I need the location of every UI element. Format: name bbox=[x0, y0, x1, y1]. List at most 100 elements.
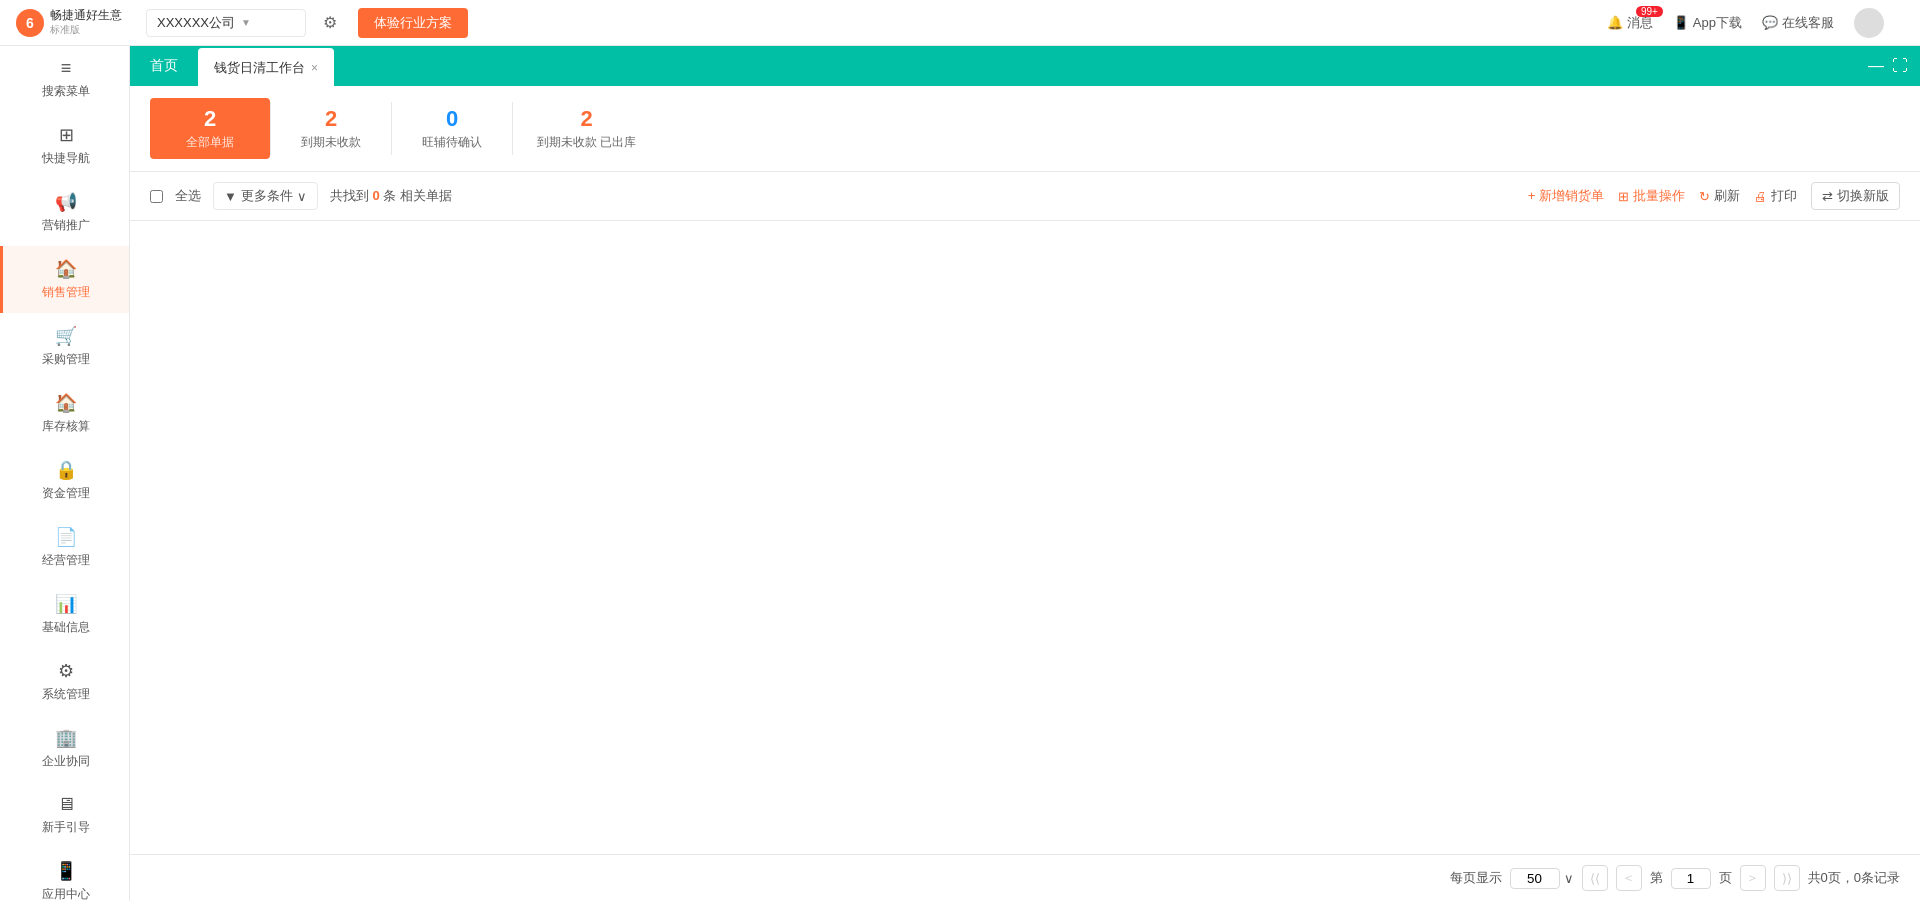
sidebar-item-purchase[interactable]: 🛒 采购管理 bbox=[0, 313, 129, 380]
stat-all-count: 2 bbox=[174, 106, 246, 132]
logo-text-line1: 畅捷通好生意 bbox=[50, 8, 122, 24]
stat-overdue-out-count: 2 bbox=[537, 106, 636, 132]
switch-label: 切换新版 bbox=[1837, 187, 1889, 205]
stat-card-all[interactable]: 2 全部单据 bbox=[150, 98, 270, 159]
message-badge: 99+ bbox=[1636, 6, 1663, 17]
quick-nav-icon: ⊞ bbox=[59, 124, 74, 146]
sidebar-item-guide[interactable]: 🖥 新手引导 bbox=[0, 782, 129, 848]
sidebar-label-operation: 经营管理 bbox=[42, 552, 90, 569]
operation-icon: 📄 bbox=[55, 526, 77, 548]
tab-active[interactable]: 钱货日清工作台 × bbox=[198, 48, 334, 88]
minimize-icon[interactable]: — bbox=[1868, 57, 1884, 75]
sidebar-label-marketing: 营销推广 bbox=[42, 217, 90, 234]
gear-icon: ⚙ bbox=[323, 13, 337, 32]
page-size-selector[interactable]: ∨ bbox=[1510, 868, 1574, 889]
prev-page-button[interactable]: ＜ bbox=[1616, 865, 1642, 891]
sidebar-item-sales[interactable]: 🏠 销售管理 bbox=[0, 246, 129, 313]
print-icon: 🖨 bbox=[1754, 189, 1767, 204]
current-page-input[interactable] bbox=[1671, 868, 1711, 889]
table-area bbox=[130, 221, 1920, 854]
sales-icon: 🏠 bbox=[55, 258, 77, 280]
tab-bar-actions: — ⛶ bbox=[1868, 57, 1920, 75]
sidebar-item-search-menu[interactable]: ≡ 搜索菜单 bbox=[0, 46, 129, 112]
tab-home[interactable]: 首页 bbox=[130, 46, 198, 86]
sidebar: ≡ 搜索菜单 ⊞ 快捷导航 📢 营销推广 🏠 销售管理 🛒 采购管理 🏠 库存核… bbox=[0, 46, 130, 901]
first-page-button[interactable]: ⟨⟨ bbox=[1582, 865, 1608, 891]
finance-icon: 🔒 bbox=[55, 459, 77, 481]
header-right: 🔔 消息 99+ 📱 App下载 💬 在线客服 bbox=[1607, 8, 1904, 38]
sidebar-item-base-info[interactable]: 📊 基础信息 bbox=[0, 581, 129, 648]
sidebar-label-app-center: 应用中心 bbox=[42, 886, 90, 901]
app-download-button[interactable]: 📱 App下载 bbox=[1673, 14, 1742, 32]
stat-card-pending[interactable]: 0 旺辅待确认 bbox=[392, 98, 512, 159]
page-label: 第 bbox=[1650, 869, 1663, 887]
marketing-icon: 📢 bbox=[55, 191, 77, 213]
trial-button[interactable]: 体验行业方案 bbox=[358, 8, 468, 38]
tab-label: 钱货日清工作台 bbox=[214, 59, 305, 77]
sidebar-item-inventory[interactable]: 🏠 库存核算 bbox=[0, 380, 129, 447]
sidebar-label-quick-nav: 快捷导航 bbox=[42, 150, 90, 167]
sidebar-label-search-menu: 搜索菜单 bbox=[42, 83, 90, 100]
tab-close-icon[interactable]: × bbox=[311, 61, 318, 75]
found-unit: 条 bbox=[383, 188, 396, 203]
batch-label: 批量操作 bbox=[1633, 187, 1685, 205]
sidebar-item-marketing[interactable]: 📢 营销推广 bbox=[0, 179, 129, 246]
online-service-button[interactable]: 💬 在线客服 bbox=[1762, 14, 1834, 32]
stat-card-overdue-out[interactable]: 2 到期未收款 已出库 bbox=[513, 98, 660, 159]
print-label: 打印 bbox=[1771, 187, 1797, 205]
page-content: 2 全部单据 2 到期未收款 0 旺辅待确认 2 到期未收款 已出库 bbox=[130, 86, 1920, 901]
sidebar-label-purchase: 采购管理 bbox=[42, 351, 90, 368]
new-order-button[interactable]: + 新增销货单 bbox=[1528, 187, 1604, 205]
sidebar-item-corp[interactable]: 🏢 企业协同 bbox=[0, 715, 129, 782]
sidebar-label-inventory: 库存核算 bbox=[42, 418, 90, 435]
page-unit: 页 bbox=[1719, 869, 1732, 887]
filter-button[interactable]: ▼ 更多条件 ∨ bbox=[213, 182, 318, 210]
logo-area: 6 畅捷通好生意 标准版 bbox=[16, 8, 146, 38]
switch-version-button[interactable]: ⇄ 切换新版 bbox=[1811, 182, 1900, 210]
purchase-icon: 🛒 bbox=[55, 325, 77, 347]
sidebar-item-system[interactable]: ⚙ 系统管理 bbox=[0, 648, 129, 715]
page-size-input[interactable] bbox=[1510, 868, 1560, 889]
next-page-button[interactable]: ＞ bbox=[1740, 865, 1766, 891]
logo-text: 畅捷通好生意 标准版 bbox=[50, 8, 122, 38]
bell-icon: 🔔 bbox=[1607, 15, 1623, 30]
refresh-button[interactable]: ↻ 刷新 bbox=[1699, 187, 1740, 205]
main-layout: ≡ 搜索菜单 ⊞ 快捷导航 📢 营销推广 🏠 销售管理 🛒 采购管理 🏠 库存核… bbox=[0, 46, 1920, 901]
sidebar-label-guide: 新手引导 bbox=[42, 819, 90, 836]
sidebar-label-corp: 企业协同 bbox=[42, 753, 90, 770]
app-download-label: App下载 bbox=[1693, 14, 1742, 32]
stat-card-overdue[interactable]: 2 到期未收款 bbox=[271, 98, 391, 159]
select-all-checkbox[interactable] bbox=[150, 190, 163, 203]
sidebar-item-finance[interactable]: 🔒 资金管理 bbox=[0, 447, 129, 514]
sidebar-label-system: 系统管理 bbox=[42, 686, 90, 703]
inventory-icon: 🏠 bbox=[55, 392, 77, 414]
sidebar-label-finance: 资金管理 bbox=[42, 485, 90, 502]
maximize-icon[interactable]: ⛶ bbox=[1892, 57, 1908, 75]
per-page-chevron-icon: ∨ bbox=[1564, 871, 1574, 886]
user-avatar[interactable] bbox=[1854, 8, 1884, 38]
settings-icon-button[interactable]: ⚙ bbox=[314, 7, 346, 39]
found-count: 0 bbox=[373, 188, 380, 203]
per-page-label: 每页显示 bbox=[1450, 869, 1502, 887]
last-page-button[interactable]: ⟩⟩ bbox=[1774, 865, 1800, 891]
toolbar-right: + 新增销货单 ⊞ 批量操作 ↻ 刷新 🖨 打印 ⇄ bbox=[1528, 182, 1900, 210]
stat-overdue-count: 2 bbox=[295, 106, 367, 132]
message-button[interactable]: 🔔 消息 99+ bbox=[1607, 14, 1653, 32]
logo-icon: 6 bbox=[16, 9, 44, 37]
filter-chevron-icon: ∨ bbox=[297, 189, 307, 204]
pagination: 每页显示 ∨ ⟨⟨ ＜ 第 页 ＞ ⟩⟩ 共0页，0条记录 bbox=[130, 854, 1920, 901]
app-center-icon: 📱 bbox=[55, 860, 77, 882]
stat-all-label: 全部单据 bbox=[174, 134, 246, 151]
found-prefix: 共找到 bbox=[330, 188, 369, 203]
company-selector[interactable]: XXXXXX公司 ▼ bbox=[146, 9, 306, 37]
sidebar-item-operation[interactable]: 📄 经营管理 bbox=[0, 514, 129, 581]
batch-operation-button[interactable]: ⊞ 批量操作 bbox=[1618, 187, 1685, 205]
sidebar-item-app-center[interactable]: 📱 应用中心 bbox=[0, 848, 129, 901]
sidebar-item-quick-nav[interactable]: ⊞ 快捷导航 bbox=[0, 112, 129, 179]
stat-pending-count: 0 bbox=[416, 106, 488, 132]
tab-bar: 首页 钱货日清工作台 × — ⛶ bbox=[130, 46, 1920, 86]
print-button[interactable]: 🖨 打印 bbox=[1754, 187, 1797, 205]
found-suffix: 相关单据 bbox=[400, 188, 452, 203]
online-service-label: 在线客服 bbox=[1782, 14, 1834, 32]
sidebar-label-base-info: 基础信息 bbox=[42, 619, 90, 636]
